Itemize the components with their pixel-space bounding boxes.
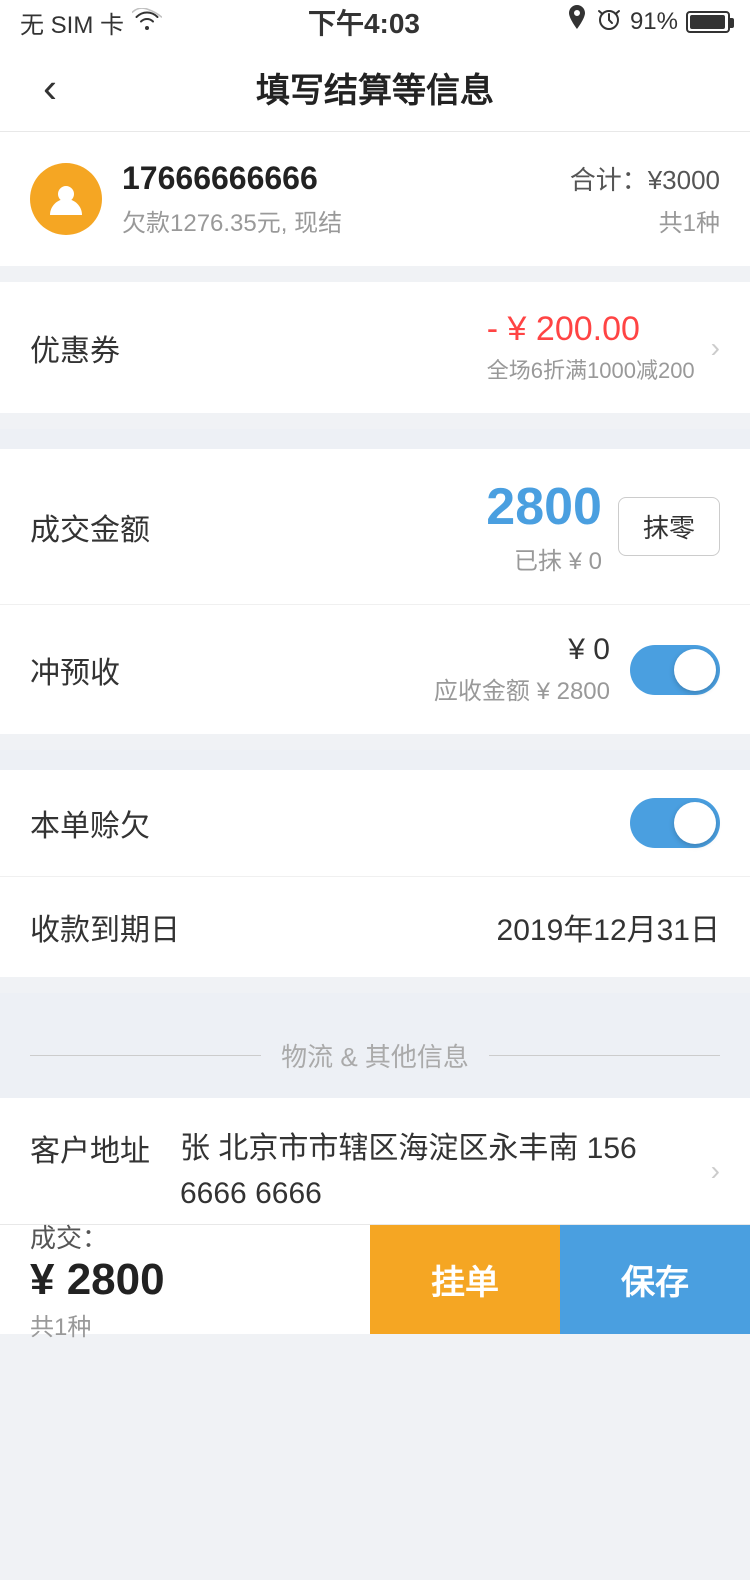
- payment-due-row: 收款到期日 2019年12月31日: [0, 877, 750, 977]
- content-area: 17666666666 欠款1276.35元, 现结 合计：¥3000 共1种 …: [0, 132, 750, 1580]
- battery-icon: [686, 11, 730, 33]
- bottom-summary: 成交： ¥ 2800 共1种: [0, 1225, 370, 1334]
- deal-amount-info: 2800 已抹 ¥ 0: [486, 477, 602, 576]
- divider-2: [0, 750, 750, 770]
- deal-amount-sub: 已抹 ¥ 0: [486, 541, 602, 576]
- prepay-toggle-knob: [674, 649, 716, 691]
- location-icon: [566, 5, 588, 40]
- status-time: 下午4:03: [308, 2, 420, 42]
- deal-amount-label: 成交金额: [30, 505, 150, 549]
- coupon-desc: 全场6折满1000减200: [487, 353, 695, 385]
- credit-row: 本单赊欠: [0, 770, 750, 877]
- wifi-icon: [132, 8, 162, 37]
- coupon-chevron: ›: [711, 332, 720, 364]
- prepay-sub: 应收金额 ¥ 2800: [434, 671, 610, 706]
- header-line-left: [30, 1055, 261, 1056]
- header-line-right: [489, 1055, 720, 1056]
- prepay-toggle[interactable]: [630, 645, 720, 695]
- payment-due-value: 2019年12月31日: [497, 905, 720, 949]
- hang-button-label: 挂单: [431, 1255, 499, 1304]
- bottom-deal-label: 成交：: [30, 1218, 340, 1255]
- credit-toggle[interactable]: [630, 798, 720, 848]
- prepay-label: 冲预收: [30, 648, 120, 692]
- total-amount: 合计：¥3000: [570, 160, 720, 197]
- coupon-amount: - ¥ 200.00: [487, 310, 695, 349]
- user-info: 17666666666 欠款1276.35元, 现结: [122, 160, 342, 238]
- prepay-value-block: ¥ 0 应收金额 ¥ 2800: [434, 633, 610, 706]
- status-right: 91%: [566, 5, 730, 40]
- deal-amount-row: 成交金额 2800 已抹 ¥ 0 抹零: [0, 449, 750, 605]
- bottom-deal-amount: ¥ 2800: [30, 1255, 340, 1305]
- address-label: 客户地址: [30, 1126, 150, 1170]
- status-bar: 无 SIM 卡 下午4:03 91%: [0, 0, 750, 44]
- battery-text: 91%: [630, 8, 678, 36]
- credit-toggle-knob: [674, 802, 716, 844]
- status-left: 无 SIM 卡: [20, 5, 162, 40]
- back-button[interactable]: ‹: [20, 58, 80, 118]
- user-card: 17666666666 欠款1276.35元, 现结 合计：¥3000 共1种: [0, 132, 750, 266]
- back-icon: ‹: [43, 64, 57, 112]
- address-chevron: ›: [711, 1155, 720, 1187]
- deal-amount-value: 2800: [486, 478, 602, 536]
- divider-3: [0, 993, 750, 1013]
- prepay-right: ¥ 0 应收金额 ¥ 2800: [434, 633, 720, 706]
- round-button[interactable]: 抹零: [618, 497, 720, 556]
- save-button[interactable]: 保存: [560, 1225, 750, 1334]
- logistics-header-text: 物流 & 其他信息: [281, 1037, 469, 1074]
- coupon-info: - ¥ 200.00 全场6折满1000减200: [487, 310, 695, 385]
- payment-due-label: 收款到期日: [30, 905, 180, 949]
- user-left: 17666666666 欠款1276.35元, 现结: [30, 160, 342, 238]
- user-phone: 17666666666: [122, 160, 342, 197]
- deal-amount-right: 2800 已抹 ¥ 0 抹零: [486, 477, 720, 576]
- coupon-section: 优惠券 - ¥ 200.00 全场6折满1000减200 ›: [0, 282, 750, 413]
- hang-button[interactable]: 挂单: [370, 1225, 560, 1334]
- prepay-row: 冲预收 ¥ 0 应收金额 ¥ 2800: [0, 605, 750, 734]
- bottom-bar: 成交： ¥ 2800 共1种 挂单 保存: [0, 1224, 750, 1334]
- user-total: 合计：¥3000 共1种: [570, 160, 720, 238]
- credit-label: 本单赊欠: [30, 801, 150, 845]
- credit-right: [630, 798, 720, 848]
- alarm-icon: [596, 6, 622, 39]
- avatar: [30, 163, 102, 235]
- coupon-right: - ¥ 200.00 全场6折满1000减200 ›: [487, 310, 720, 385]
- sim-text: 无 SIM 卡: [20, 5, 124, 40]
- page-title: 填写结算等信息: [256, 63, 494, 112]
- coupon-label: 优惠券: [30, 326, 120, 370]
- address-value: 张 北京市市辖区海淀区永丰南 156 6666 6666: [180, 1126, 695, 1216]
- logistics-header: 物流 & 其他信息: [0, 1013, 750, 1098]
- coupon-row[interactable]: 优惠券 - ¥ 200.00 全场6折满1000减200 ›: [0, 282, 750, 413]
- nav-header: ‹ 填写结算等信息: [0, 44, 750, 132]
- total-count: 共1种: [570, 203, 720, 238]
- save-button-label: 保存: [621, 1255, 689, 1304]
- divider-1: [0, 429, 750, 449]
- prepay-amount: ¥ 0: [434, 633, 610, 667]
- credit-section: 本单赊欠 收款到期日 2019年12月31日: [0, 770, 750, 977]
- deal-section: 成交金额 2800 已抹 ¥ 0 抹零 冲预收 ¥ 0 应收金额 ¥ 2800: [0, 449, 750, 734]
- user-debt: 欠款1276.35元, 现结: [122, 203, 342, 238]
